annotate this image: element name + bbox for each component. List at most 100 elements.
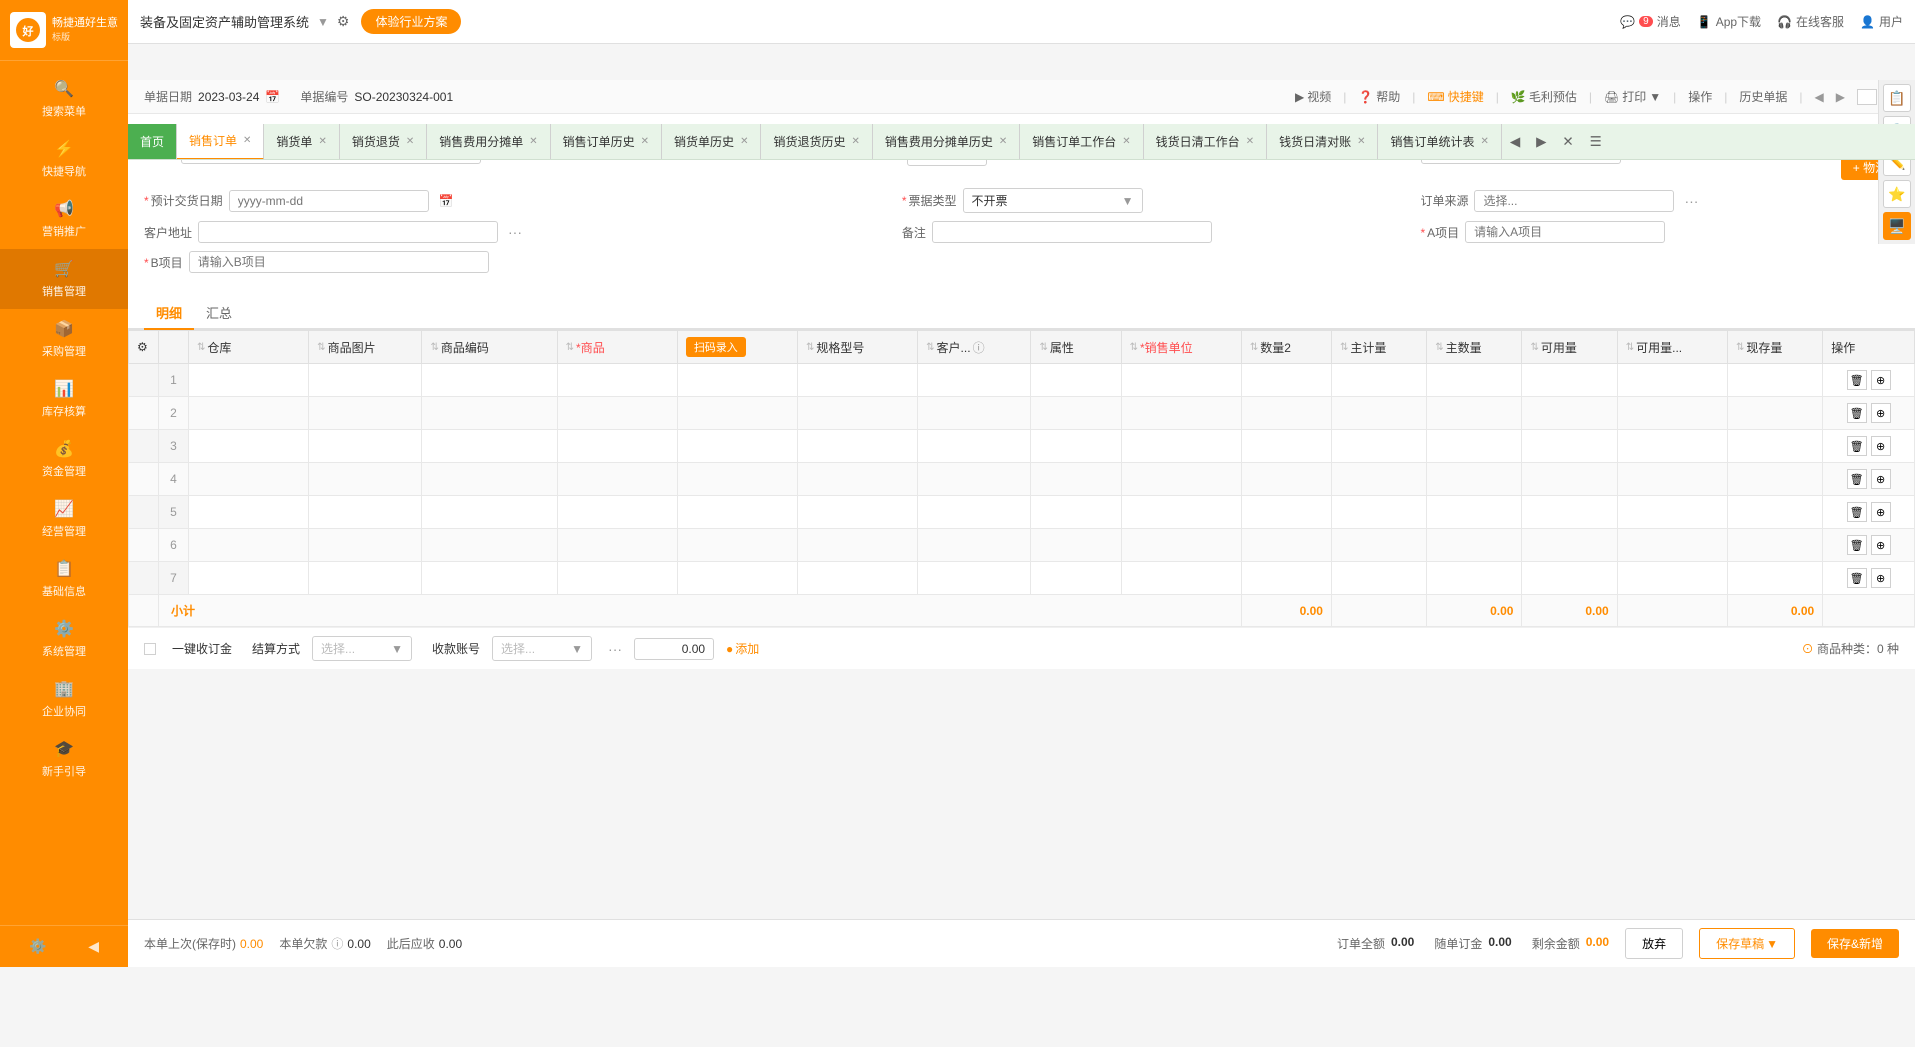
tab-cash-reconcile[interactable]: 钱货日清对账 ✕ <box>1267 124 1378 160</box>
row-delete-1[interactable]: 🗑 <box>1847 370 1867 390</box>
th-warehouse[interactable]: ⇅仓库 <box>189 331 309 364</box>
sidebar-item-search[interactable]: 🔍 搜索菜单 <box>0 69 128 129</box>
detail-tab-ming[interactable]: 明细 <box>144 297 194 330</box>
profit-btn[interactable]: 🌿 毛利预估 <box>1511 88 1577 105</box>
sidebar-item-marketing[interactable]: 📢 营销推广 <box>0 189 128 249</box>
delivery-date-input[interactable] <box>229 190 429 212</box>
tab-close-sales-order-history[interactable]: ✕ <box>641 136 649 147</box>
row-attr-6[interactable] <box>1031 529 1121 562</box>
row-main-unit-7[interactable] <box>1331 562 1426 595</box>
row-attr-4[interactable] <box>1031 463 1121 496</box>
message-icon-item[interactable]: 💬 9 消息 <box>1620 13 1681 30</box>
row-warehouse-2[interactable] <box>189 397 309 430</box>
row-spec-7[interactable] <box>797 562 917 595</box>
th-main-qty[interactable]: ⇅主数量 <box>1427 331 1522 364</box>
tab-close-cash-reconcile[interactable]: ✕ <box>1357 136 1365 147</box>
receive-account-select[interactable]: 选择... ▼ <box>492 636 592 661</box>
sidebar-item-operations[interactable]: 📈 经营管理 <box>0 489 128 549</box>
row-product-6[interactable] <box>557 529 677 562</box>
th-available2[interactable]: ⇅可用量... <box>1617 331 1727 364</box>
row-delete-2[interactable]: 🗑 <box>1847 403 1867 423</box>
row-copy-1[interactable]: ⊕ <box>1871 370 1891 390</box>
tab-prev-btn[interactable]: ◀ <box>1502 124 1528 160</box>
row-available-3[interactable] <box>1522 430 1617 463</box>
row-image-6[interactable] <box>309 529 422 562</box>
row-stock-1[interactable] <box>1727 364 1822 397</box>
row-copy-3[interactable]: ⊕ <box>1871 436 1891 456</box>
remark-input[interactable] <box>932 221 1212 243</box>
row-image-1[interactable] <box>309 364 422 397</box>
row-copy-6[interactable]: ⊕ <box>1871 535 1891 555</box>
row-main-unit-6[interactable] <box>1331 529 1426 562</box>
table-scroll[interactable]: ⚙ ⇅仓库 ⇅商品图片 ⇅商品编码 ⇅*商品 <box>128 330 1915 627</box>
calendar-icon[interactable]: 📅 <box>265 90 280 104</box>
row-attr-1[interactable] <box>1031 364 1121 397</box>
row-unit-7[interactable] <box>1121 562 1241 595</box>
tab-menu-btn[interactable]: ☰ <box>1582 124 1610 160</box>
th-attr[interactable]: ⇅属性 <box>1031 331 1121 364</box>
th-unit[interactable]: ⇅*销售单位 <box>1121 331 1241 364</box>
row-unit-3[interactable] <box>1121 430 1241 463</box>
row-qty2-2[interactable] <box>1241 397 1331 430</box>
tab-sales-slip[interactable]: 销货单 ✕ <box>264 124 339 160</box>
th-customer-code[interactable]: ⇅客户...ⓘ <box>918 331 1031 364</box>
row-copy-7[interactable]: ⊕ <box>1871 568 1891 588</box>
right-panel-btn-5[interactable]: 🖥️ <box>1883 212 1911 240</box>
row-spec-5[interactable] <box>797 496 917 529</box>
th-available[interactable]: ⇅可用量 <box>1522 331 1617 364</box>
right-panel-btn-1[interactable]: 📋 <box>1883 84 1911 112</box>
row-main-qty-3[interactable] <box>1427 430 1522 463</box>
tab-sales-order[interactable]: 销售订单 ✕ <box>177 124 264 160</box>
order-source-dots[interactable]: ··· <box>1684 193 1698 209</box>
app-download-item[interactable]: 📱 App下载 <box>1697 13 1761 30</box>
row-attr-5[interactable] <box>1031 496 1121 529</box>
row-available2-7[interactable] <box>1617 562 1727 595</box>
row-main-qty-5[interactable] <box>1427 496 1522 529</box>
delivery-date-calendar-icon[interactable]: 📅 <box>439 194 454 208</box>
th-settings[interactable]: ⚙ <box>129 331 159 364</box>
row-available2-2[interactable] <box>1617 397 1727 430</box>
row-available2-4[interactable] <box>1617 463 1727 496</box>
tab-sales-expense[interactable]: 销售费用分摊单 ✕ <box>427 124 550 160</box>
row-available2-1[interactable] <box>1617 364 1727 397</box>
topbar-dropdown-icon[interactable]: ▼ <box>317 15 329 29</box>
save-new-button[interactable]: 保存&新增 <box>1811 929 1899 958</box>
row-main-unit-3[interactable] <box>1331 430 1426 463</box>
tab-sales-workbench[interactable]: 销售订单工作台 ✕ <box>1020 124 1143 160</box>
row-available-5[interactable] <box>1522 496 1617 529</box>
history-btn[interactable]: 历史单据 <box>1739 88 1787 105</box>
row-qty2-6[interactable] <box>1241 529 1331 562</box>
row-stock-7[interactable] <box>1727 562 1822 595</box>
discard-button[interactable]: 放弃 <box>1625 928 1683 959</box>
row-image-2[interactable] <box>309 397 422 430</box>
tab-close-sales-expense-history[interactable]: ✕ <box>999 136 1007 147</box>
operations-btn[interactable]: 操作 <box>1688 88 1712 105</box>
row-warehouse-7[interactable] <box>189 562 309 595</box>
row-delete-4[interactable]: 🗑 <box>1847 469 1867 489</box>
receive-account-dots[interactable]: ··· <box>608 641 622 657</box>
tab-close-sales-order[interactable]: ✕ <box>243 135 251 146</box>
row-unit-6[interactable] <box>1121 529 1241 562</box>
sidebar-item-base-info[interactable]: 📋 基础信息 <box>0 549 128 609</box>
row-stock-3[interactable] <box>1727 430 1822 463</box>
row-code-3[interactable] <box>422 430 557 463</box>
row-main-qty-2[interactable] <box>1427 397 1522 430</box>
row-customer-code-3[interactable] <box>918 430 1031 463</box>
row-main-qty-1[interactable] <box>1427 364 1522 397</box>
print-dropdown-icon[interactable]: ▼ <box>1649 90 1661 104</box>
topbar-settings-icon[interactable]: ⚙ <box>337 13 350 30</box>
sidebar-item-sales[interactable]: 🛒 销售管理 <box>0 249 128 309</box>
tab-sales-slip-history[interactable]: 销货单历史 ✕ <box>662 124 761 160</box>
th-qty2[interactable]: ⇅数量2 <box>1241 331 1331 364</box>
row-image-7[interactable] <box>309 562 422 595</box>
row-delete-5[interactable]: 🗑 <box>1847 502 1867 522</box>
row-spec-6[interactable] <box>797 529 917 562</box>
row-qty2-7[interactable] <box>1241 562 1331 595</box>
a-project-input[interactable] <box>1465 221 1665 243</box>
row-stock-4[interactable] <box>1727 463 1822 496</box>
invoice-type-select[interactable]: 不开票 ▼ <box>963 188 1143 213</box>
th-spec[interactable]: ⇅规格型号 <box>797 331 917 364</box>
b-project-input[interactable] <box>189 251 489 273</box>
row-stock-5[interactable] <box>1727 496 1822 529</box>
sidebar-item-quick-nav[interactable]: ⚡ 快捷导航 <box>0 129 128 189</box>
